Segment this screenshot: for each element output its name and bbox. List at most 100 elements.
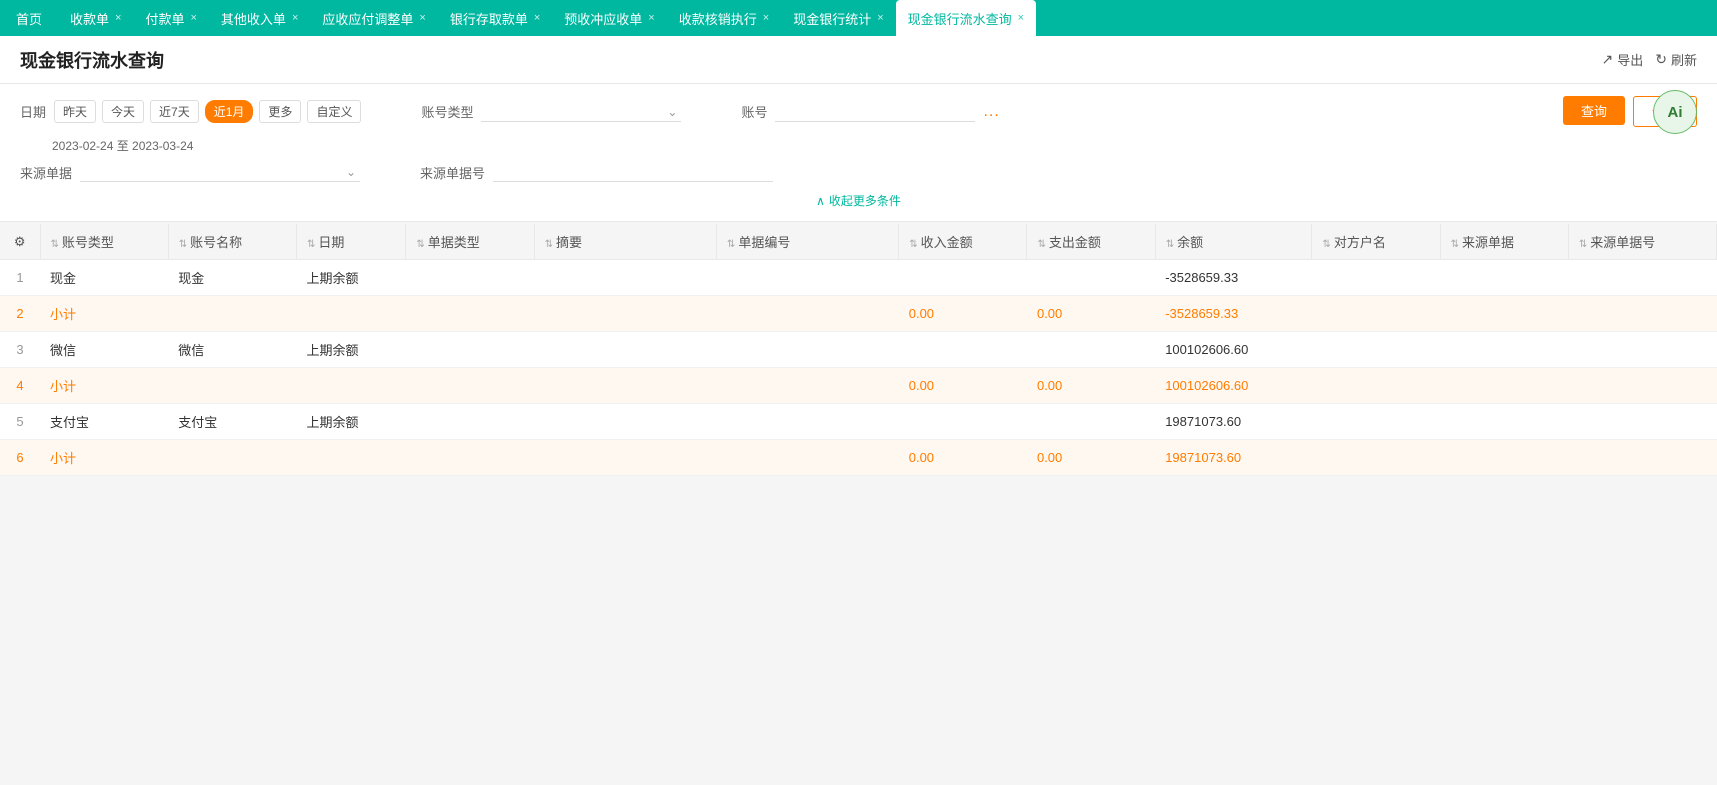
source-doc-no-label: 来源单据号	[420, 163, 485, 182]
th-expense[interactable]: ⇅支出金额	[1027, 224, 1155, 260]
account-type-select-wrapper: 现金 微信 支付宝	[481, 102, 681, 122]
cell-balance: 19871073.60	[1155, 404, 1312, 440]
date-btn-yesterday[interactable]: 昨天	[54, 100, 96, 123]
th-source-doc-no[interactable]: ⇅来源单据号	[1568, 224, 1716, 260]
ai-assistant-badge[interactable]: Ai	[1653, 90, 1697, 134]
cell-date	[296, 368, 405, 404]
nav-tab-adjustment[interactable]: 应收应付调整单 ×	[310, 0, 437, 36]
cell-balance: 100102606.60	[1155, 332, 1312, 368]
collapse-bar: ∧ 收起更多条件	[20, 192, 1697, 209]
close-icon[interactable]: ×	[534, 12, 540, 24]
th-balance[interactable]: ⇅余额	[1155, 224, 1312, 260]
cell-date: 上期余额	[296, 260, 405, 296]
th-income[interactable]: ⇅收入金额	[899, 224, 1027, 260]
row-num: 5	[0, 404, 40, 440]
account-no-filter-group: 账号 ...	[741, 102, 999, 122]
cell-date: 上期余额	[296, 332, 405, 368]
cell-source-doc-no	[1568, 332, 1716, 368]
refresh-button[interactable]: ↻ 刷新	[1655, 50, 1697, 69]
th-source-doc[interactable]: ⇅来源单据	[1440, 224, 1568, 260]
date-btn-1month[interactable]: 近1月	[205, 100, 254, 123]
source-doc-select[interactable]	[80, 162, 360, 182]
th-doc-no[interactable]: ⇅单据编号	[716, 224, 898, 260]
date-btn-more[interactable]: 更多	[259, 100, 301, 123]
cell-balance: -3528659.33	[1155, 260, 1312, 296]
cell-expense: 0.00	[1027, 368, 1155, 404]
date-btn-custom[interactable]: 自定义	[307, 100, 361, 123]
nav-tab-bank-stats[interactable]: 现金银行统计 ×	[781, 0, 895, 36]
date-range-text: 2023-02-24 至 2023-03-24	[52, 139, 193, 153]
cell-doc-no	[716, 404, 898, 440]
table-header-row: ⚙ ⇅账号类型 ⇅账号名称 ⇅日期 ⇅单据类型 ⇅摘要 ⇅单据编	[0, 224, 1717, 260]
close-icon[interactable]: ×	[1018, 12, 1024, 24]
collapse-button[interactable]: ∧ 收起更多条件	[816, 192, 901, 209]
cell-account-name: 微信	[168, 332, 296, 368]
table-row: 1现金现金上期余额-3528659.33	[0, 260, 1717, 296]
cell-expense	[1027, 404, 1155, 440]
nav-tab-other-income[interactable]: 其他收入单 ×	[209, 0, 310, 36]
cell-counter-name	[1312, 404, 1440, 440]
collapse-icon: ∧	[816, 194, 825, 208]
close-icon[interactable]: ×	[115, 12, 121, 24]
cell-doc-type	[406, 368, 534, 404]
th-date[interactable]: ⇅日期	[296, 224, 405, 260]
nav-tab-bank-deposit[interactable]: 银行存取款单 ×	[438, 0, 552, 36]
filter-row-2: 来源单据 来源单据号	[20, 162, 1697, 182]
header-actions: ↗ 导出 ↻ 刷新	[1602, 50, 1698, 69]
account-type-label: 账号类型	[421, 102, 473, 121]
cell-doc-no	[716, 440, 898, 476]
export-button[interactable]: ↗ 导出	[1602, 50, 1644, 69]
cell-expense: 0.00	[1027, 296, 1155, 332]
close-icon[interactable]: ×	[648, 12, 654, 24]
nav-tab-bank-flow[interactable]: 现金银行流水查询 ×	[896, 0, 1036, 36]
cell-counter-name	[1312, 260, 1440, 296]
th-summary[interactable]: ⇅摘要	[534, 224, 716, 260]
cell-source-doc	[1440, 260, 1568, 296]
nav-home[interactable]: 首页	[0, 0, 58, 36]
cell-date	[296, 440, 405, 476]
account-type-select[interactable]: 现金 微信 支付宝	[481, 102, 681, 122]
date-label: 日期	[20, 102, 46, 121]
cell-account-type: 微信	[40, 332, 168, 368]
cell-source-doc	[1440, 404, 1568, 440]
cell-account-type: 小计	[40, 368, 168, 404]
cell-balance: 100102606.60	[1155, 368, 1312, 404]
table-row: 3微信微信上期余额100102606.60	[0, 332, 1717, 368]
cell-summary	[534, 368, 716, 404]
cell-summary	[534, 296, 716, 332]
close-icon[interactable]: ×	[292, 12, 298, 24]
cell-source-doc-no	[1568, 260, 1716, 296]
row-num: 2	[0, 296, 40, 332]
nav-tab-verification[interactable]: 收款核销执行 ×	[667, 0, 781, 36]
close-icon[interactable]: ×	[190, 12, 196, 24]
data-table: ⚙ ⇅账号类型 ⇅账号名称 ⇅日期 ⇅单据类型 ⇅摘要 ⇅单据编	[0, 224, 1717, 476]
cell-date	[296, 296, 405, 332]
close-icon[interactable]: ×	[419, 12, 425, 24]
th-account-type[interactable]: ⇅账号类型	[40, 224, 168, 260]
nav-tab-payments[interactable]: 付款单 ×	[133, 0, 208, 36]
nav-tab-prepaid[interactable]: 预收冲应收单 ×	[552, 0, 666, 36]
cell-source-doc-no	[1568, 368, 1716, 404]
source-doc-no-input[interactable]	[493, 162, 773, 182]
cell-balance: 19871073.60	[1155, 440, 1312, 476]
th-doc-type[interactable]: ⇅单据类型	[406, 224, 534, 260]
cell-doc-no	[716, 296, 898, 332]
gear-icon[interactable]: ⚙	[14, 234, 26, 249]
nav-tab-receipts[interactable]: 收款单 ×	[58, 0, 133, 36]
table-row: 4小计0.000.00100102606.60	[0, 368, 1717, 404]
cell-account-name	[168, 440, 296, 476]
query-button[interactable]: 查询	[1563, 96, 1625, 125]
th-account-name[interactable]: ⇅账号名称	[168, 224, 296, 260]
cell-counter-name	[1312, 440, 1440, 476]
refresh-icon: ↻	[1655, 51, 1667, 68]
cell-summary	[534, 332, 716, 368]
account-no-dots-button[interactable]: ...	[983, 103, 999, 121]
date-btn-today[interactable]: 今天	[102, 100, 144, 123]
close-icon[interactable]: ×	[763, 12, 769, 24]
close-icon[interactable]: ×	[877, 12, 883, 24]
cell-counter-name	[1312, 368, 1440, 404]
th-counter-name[interactable]: ⇅对方户名	[1312, 224, 1440, 260]
date-btn-7days[interactable]: 近7天	[150, 100, 199, 123]
account-no-input[interactable]	[775, 102, 975, 122]
cell-doc-type	[406, 260, 534, 296]
